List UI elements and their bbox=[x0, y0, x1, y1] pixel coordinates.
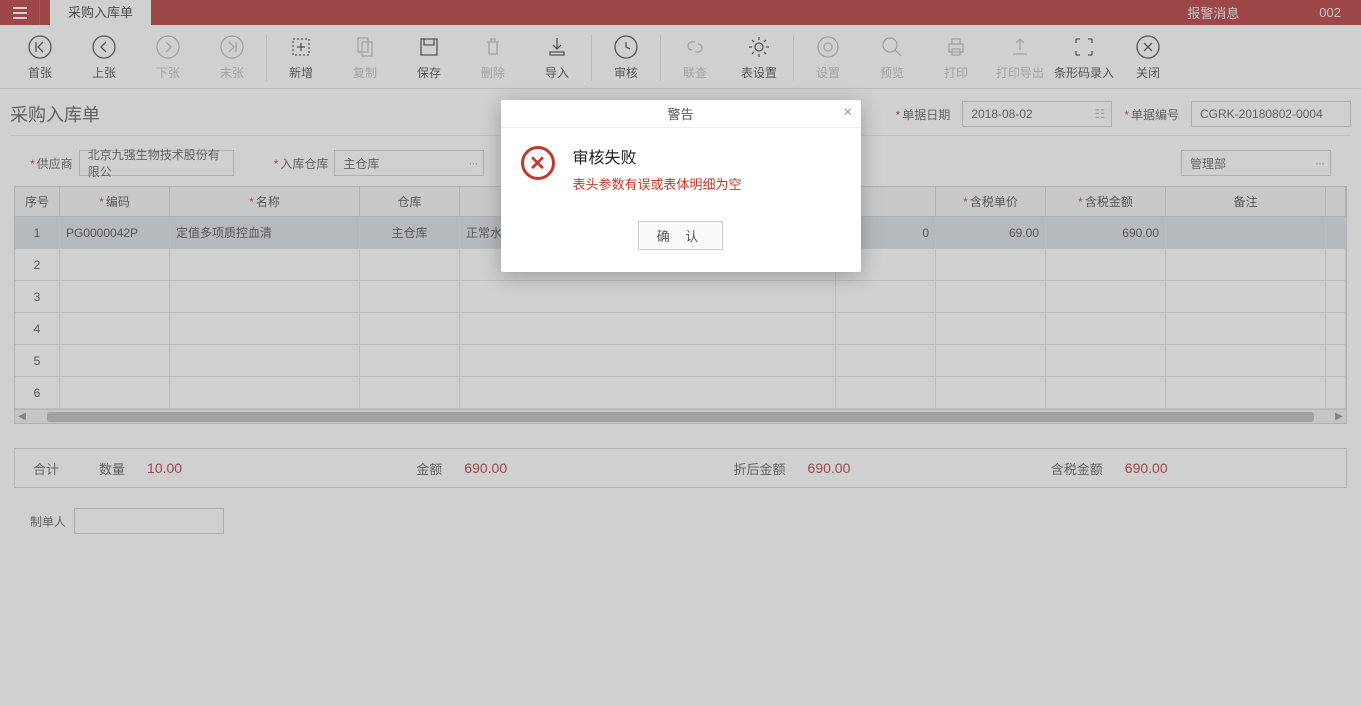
modal-ok-button[interactable]: 确 认 bbox=[638, 221, 724, 250]
error-icon: ✕ bbox=[521, 146, 555, 180]
modal-title: 审核失败 bbox=[573, 144, 742, 168]
modal-close-icon[interactable]: × bbox=[843, 104, 852, 122]
modal-overlay: 警告 × ✕ 审核失败 表头参数有误或表体明细为空 确 认 bbox=[0, 0, 1361, 706]
modal-message: 表头参数有误或表体明细为空 bbox=[573, 174, 742, 193]
modal-header: 警告 × bbox=[501, 100, 861, 128]
warning-modal: 警告 × ✕ 审核失败 表头参数有误或表体明细为空 确 认 bbox=[501, 100, 861, 272]
